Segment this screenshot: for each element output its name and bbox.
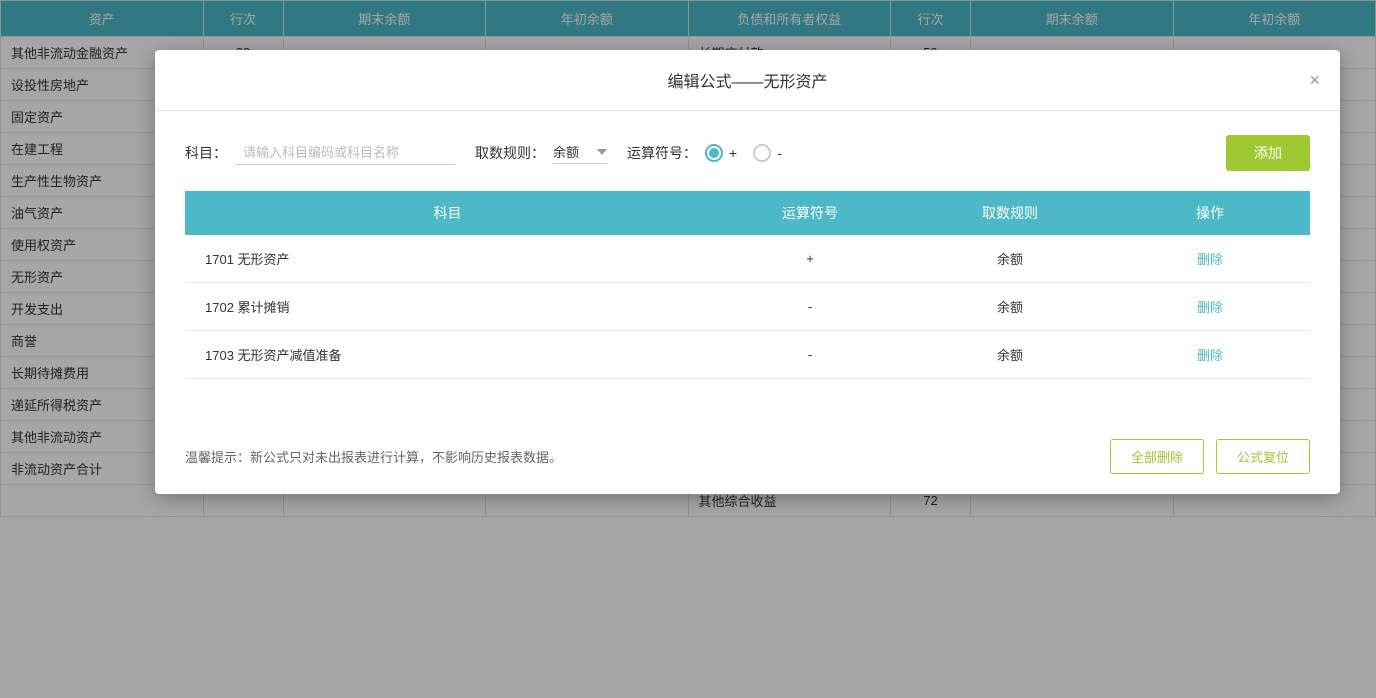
modal-body: 科目： 取数规则： 余额 运算符号： +	[155, 111, 1340, 423]
th-action: 操作	[1110, 191, 1310, 235]
subject-input[interactable]	[235, 141, 455, 165]
modal-title: 编辑公式——无形资产	[667, 68, 827, 92]
operator-group: 运算符号： + -	[627, 143, 782, 163]
formula-subject-cell: 1703 无形资产减值准备	[185, 331, 710, 379]
formula-subject-cell: 1702 累计摊销	[185, 283, 710, 331]
rule-value: 余额	[553, 142, 593, 161]
formula-action-cell: 删除	[1110, 235, 1310, 283]
delete-row-link[interactable]: 删除	[1197, 300, 1223, 315]
operator-radio-group: + -	[705, 144, 782, 162]
formula-table: 科目 运算符号 取数规则 操作 1701 无形资产 + 余额 删除 1702 累…	[185, 191, 1310, 379]
formula-rule-cell: 余额	[910, 235, 1110, 283]
modal-footer: 温馨提示：新公式只对未出报表进行计算，不影响历史报表数据。 全部删除 公式复位	[155, 423, 1340, 494]
formula-table-body: 1701 无形资产 + 余额 删除 1702 累计摊销 - 余额 删除 1703…	[185, 235, 1310, 379]
edit-formula-modal: 编辑公式——无形资产 × 科目： 取数规则： 余额 运算符号：	[155, 50, 1340, 494]
modal-header: 编辑公式——无形资产 ×	[155, 50, 1340, 111]
subject-label: 科目：	[185, 143, 227, 163]
th-rule: 取数规则	[910, 191, 1110, 235]
rule-select[interactable]: 余额	[553, 142, 607, 164]
formula-table-head: 科目 运算符号 取数规则 操作	[185, 191, 1310, 235]
operator-plus-radio[interactable]: +	[705, 144, 737, 162]
formula-table-row: 1703 无形资产减值准备 - 余额 删除	[185, 331, 1310, 379]
formula-action-cell: 删除	[1110, 331, 1310, 379]
operator-label: 运算符号：	[627, 143, 697, 163]
formula-operator-cell: -	[710, 331, 910, 379]
add-button[interactable]: 添加	[1226, 135, 1310, 171]
formula-operator-cell: +	[710, 235, 910, 283]
operator-minus-radio[interactable]: -	[753, 144, 782, 162]
operator-plus-label: +	[729, 145, 737, 161]
delete-row-link[interactable]: 删除	[1197, 348, 1223, 363]
formula-table-row: 1701 无形资产 + 余额 删除	[185, 235, 1310, 283]
formula-form-row: 科目： 取数规则： 余额 运算符号： +	[185, 135, 1310, 171]
delete-all-button[interactable]: 全部删除	[1110, 439, 1204, 474]
tip-text: 温馨提示：新公式只对未出报表进行计算，不影响历史报表数据。	[185, 447, 562, 466]
rule-group: 取数规则： 余额	[475, 142, 607, 164]
rule-label: 取数规则：	[475, 143, 545, 163]
operator-minus-label: -	[777, 145, 782, 161]
th-operator: 运算符号	[710, 191, 910, 235]
formula-operator-cell: -	[710, 283, 910, 331]
close-icon[interactable]: ×	[1309, 71, 1320, 89]
formula-table-row: 1702 累计摊销 - 余额 删除	[185, 283, 1310, 331]
footer-button-group: 全部删除 公式复位	[1110, 439, 1310, 474]
formula-subject-cell: 1701 无形资产	[185, 235, 710, 283]
formula-rule-cell: 余额	[910, 331, 1110, 379]
radio-minus-circle	[753, 144, 771, 162]
th-subject: 科目	[185, 191, 710, 235]
chevron-down-icon[interactable]	[597, 149, 607, 155]
formula-action-cell: 删除	[1110, 283, 1310, 331]
reset-formula-button[interactable]: 公式复位	[1216, 439, 1310, 474]
formula-table-header-row: 科目 运算符号 取数规则 操作	[185, 191, 1310, 235]
formula-rule-cell: 余额	[910, 283, 1110, 331]
radio-plus-circle	[705, 144, 723, 162]
delete-row-link[interactable]: 删除	[1197, 252, 1223, 267]
subject-group: 科目：	[185, 141, 455, 165]
